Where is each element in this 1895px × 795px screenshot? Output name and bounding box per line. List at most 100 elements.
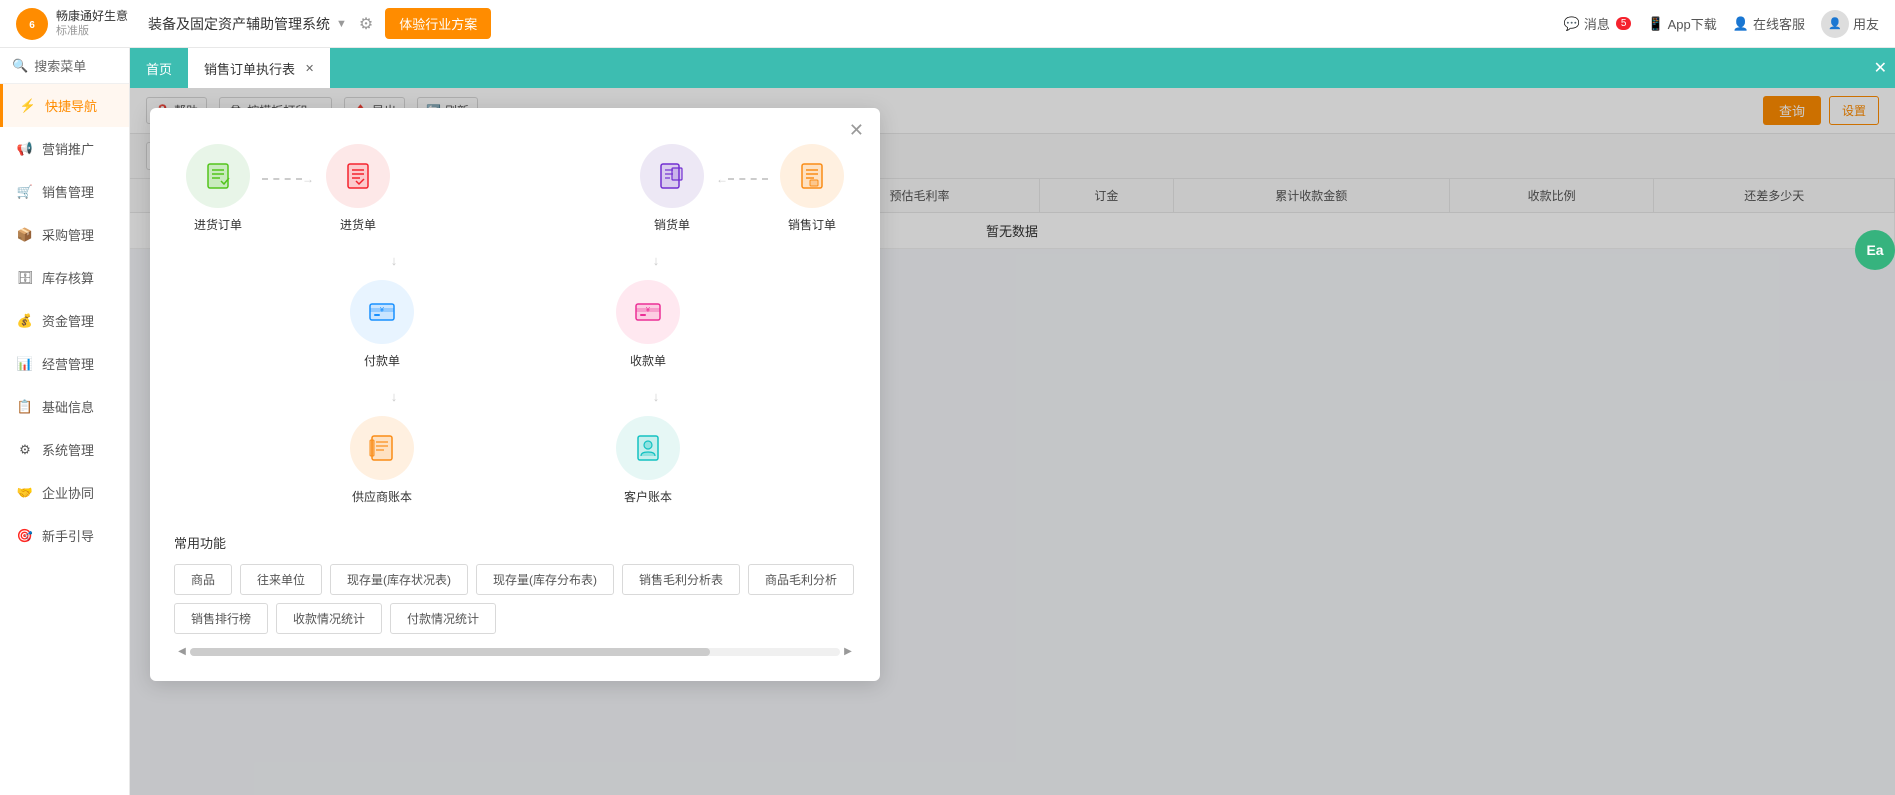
modal-scrollbar: ◀ ▶ xyxy=(174,646,856,657)
modal-close-button[interactable]: ✕ xyxy=(849,120,864,141)
down-arrow-purchase: ↓ xyxy=(354,253,434,268)
purchase-order-label: 进货订单 xyxy=(194,216,242,233)
app-download-item[interactable]: 📱 App下载 xyxy=(1647,14,1716,33)
top-bar: 6 畅康通好生意 标准版 装备及固定资产辅助管理系统 ▼ ⚙ 体验行业方案 💬 … xyxy=(0,0,1895,48)
sidebar-item-guide[interactable]: 🎯 新手引导 xyxy=(0,514,129,557)
func-btn-contacts[interactable]: 往来单位 xyxy=(240,564,322,595)
func-btn-product[interactable]: 商品 xyxy=(174,564,232,595)
flow-node-sales-order[interactable]: 销售订单 xyxy=(768,132,856,245)
flow-node-purchase-order[interactable]: 进货订单 xyxy=(174,132,262,245)
payment-icon: ¥ xyxy=(350,280,414,344)
message-item[interactable]: 💬 消息 5 xyxy=(1564,14,1632,33)
gear-icon[interactable]: ⚙ xyxy=(359,14,373,34)
customer-ledger-label: 客户账本 xyxy=(624,488,672,505)
top-right-area: 💬 消息 5 📱 App下载 👤 在线客服 👤 用友 xyxy=(1564,10,1879,38)
func-btn-payment-stats[interactable]: 付款情况统计 xyxy=(390,603,496,634)
quick-nav-icon: ⚡ xyxy=(19,97,37,115)
scroll-left-arrow[interactable]: ◀ xyxy=(174,646,190,657)
system-dropdown-icon[interactable]: ▼ xyxy=(336,18,347,30)
inventory-icon: 🗄 xyxy=(16,269,34,287)
system-title: 装备及固定资产辅助管理系统 ▼ xyxy=(148,14,347,34)
svg-text:6: 6 xyxy=(29,20,35,31)
tab-home[interactable]: 首页 xyxy=(130,48,188,88)
func-buttons-row-1: 商品 往来单位 现存量(库存状况表) 现存量(库存分布表) 销售毛利分析表 商品… xyxy=(174,564,856,595)
search-menu[interactable]: 🔍 搜索菜单 xyxy=(0,48,129,84)
service-icon: 👤 xyxy=(1733,16,1749,32)
modal-overlay[interactable]: ✕ xyxy=(130,88,1895,795)
message-badge: 5 xyxy=(1616,17,1632,30)
modal-dialog: ✕ xyxy=(150,108,880,681)
tab-close-icon[interactable]: ✕ xyxy=(305,62,314,75)
func-btn-stock-dist[interactable]: 现存量(库存分布表) xyxy=(476,564,614,595)
sales-order-icon xyxy=(780,144,844,208)
flow-node-customer-ledger[interactable]: 客户账本 xyxy=(604,404,692,517)
operations-icon: 📊 xyxy=(16,355,34,373)
purchase-bill-label: 进货单 xyxy=(340,216,376,233)
flow-node-receipt[interactable]: ¥ 收款单 xyxy=(604,268,692,381)
func-btn-product-profit[interactable]: 商品毛利分析 xyxy=(748,564,854,595)
customer-ledger-icon xyxy=(616,416,680,480)
common-functions-area: 常用功能 商品 往来单位 现存量(库存状况表) 现存量(库存分布表) 销售毛利分… xyxy=(174,533,856,634)
purchase-order-icon xyxy=(186,144,250,208)
flow-node-payment[interactable]: ¥ 付款单 xyxy=(338,268,426,381)
func-btn-sales-rank[interactable]: 销售排行榜 xyxy=(174,603,268,634)
sidebar-item-purchase[interactable]: 📦 采购管理 xyxy=(0,213,129,256)
marketing-icon: 📢 xyxy=(16,140,34,158)
sidebar-item-sales[interactable]: 🛒 销售管理 xyxy=(0,170,129,213)
sidebar-item-marketing[interactable]: 📢 营销推广 xyxy=(0,127,129,170)
window-close-icon[interactable]: ✕ xyxy=(1874,58,1887,78)
logo-area: 6 畅康通好生意 标准版 xyxy=(16,8,136,40)
receipt-label: 收款单 xyxy=(630,352,666,369)
supplier-ledger-icon xyxy=(350,416,414,480)
down-arrow-payment: ↓ xyxy=(354,389,434,404)
sidebar-item-system[interactable]: ⚙ 系统管理 xyxy=(0,428,129,471)
finance-icon: 💰 xyxy=(16,312,34,330)
trial-button[interactable]: 体验行业方案 xyxy=(385,8,491,39)
arrow-row-1: ↓ ↓ xyxy=(174,253,856,268)
logo-icon: 6 xyxy=(16,8,48,40)
message-icon: 💬 xyxy=(1564,16,1580,32)
tab-bar: 首页 销售订单执行表 ✕ ✕ xyxy=(130,48,1895,88)
sales-icon: 🛒 xyxy=(16,183,34,201)
flow-node-supplier-ledger[interactable]: 供应商账本 xyxy=(338,404,426,517)
user-avatar-area[interactable]: 👤 用友 xyxy=(1821,10,1879,38)
sales-bill-icon xyxy=(640,144,704,208)
func-btn-stock-status[interactable]: 现存量(库存状况表) xyxy=(330,564,468,595)
sidebar-item-quick-nav[interactable]: ⚡ 快捷导航 xyxy=(0,84,129,127)
func-btn-receipt-stats[interactable]: 收款情况统计 xyxy=(276,603,382,634)
flow-node-sales-bill[interactable]: 销货单 xyxy=(628,132,716,245)
svg-text:¥: ¥ xyxy=(646,307,650,314)
scroll-track xyxy=(190,648,840,656)
tab-sales-orders[interactable]: 销售订单执行表 ✕ xyxy=(188,48,330,88)
scroll-right-arrow[interactable]: ▶ xyxy=(840,646,856,657)
flow-row-2: ¥ 付款单 xyxy=(174,268,856,381)
sidebar-item-basic-info[interactable]: 📋 基础信息 xyxy=(0,385,129,428)
func-btn-sales-profit[interactable]: 销售毛利分析表 xyxy=(622,564,740,595)
app-container: 6 畅康通好生意 标准版 装备及固定资产辅助管理系统 ▼ ⚙ 体验行业方案 💬 … xyxy=(0,0,1895,795)
search-icon: 🔍 xyxy=(12,58,28,74)
purchase-icon: 📦 xyxy=(16,226,34,244)
receipt-icon: ¥ xyxy=(616,280,680,344)
phone-icon: 📱 xyxy=(1647,16,1663,32)
supplier-ledger-label: 供应商账本 xyxy=(352,488,412,505)
online-service-item[interactable]: 👤 在线客服 xyxy=(1733,14,1805,33)
flow-row-3: 供应商账本 xyxy=(174,404,856,517)
flow-row-1: 进货订单 → xyxy=(174,132,856,245)
ea-avatar[interactable]: Ea xyxy=(1855,230,1895,270)
flow-node-purchase-bill[interactable]: 进货单 xyxy=(314,132,402,245)
guide-icon: 🎯 xyxy=(16,527,34,545)
sidebar-item-operations[interactable]: 📊 经营管理 xyxy=(0,342,129,385)
scroll-thumb[interactable] xyxy=(190,648,710,656)
sidebar-item-enterprise[interactable]: 🤝 企业协同 xyxy=(0,471,129,514)
sidebar-item-finance[interactable]: 💰 资金管理 xyxy=(0,299,129,342)
content-area: 首页 销售订单执行表 ✕ ✕ ❓ 帮助 xyxy=(130,48,1895,795)
sidebar-menu: ⚡ 快捷导航 📢 营销推广 🛒 销售管理 📦 采购管理 🗄 库存核算 xyxy=(0,84,129,795)
sales-bill-label: 销货单 xyxy=(654,216,690,233)
logo-text: 畅康通好生意 标准版 xyxy=(56,9,128,39)
sidebar: 🔍 搜索菜单 ⚡ 快捷导航 📢 营销推广 🛒 销售管理 📦 采 xyxy=(0,48,130,795)
down-arrow-receipt: ↓ xyxy=(616,389,696,404)
svg-text:¥: ¥ xyxy=(380,307,384,314)
content-body: ❓ 帮助 🖨 按模板打印 ▼ 📤 导出 🔄 刷新 xyxy=(130,88,1895,795)
avatar: 👤 xyxy=(1821,10,1849,38)
sidebar-item-inventory[interactable]: 🗄 库存核算 xyxy=(0,256,129,299)
